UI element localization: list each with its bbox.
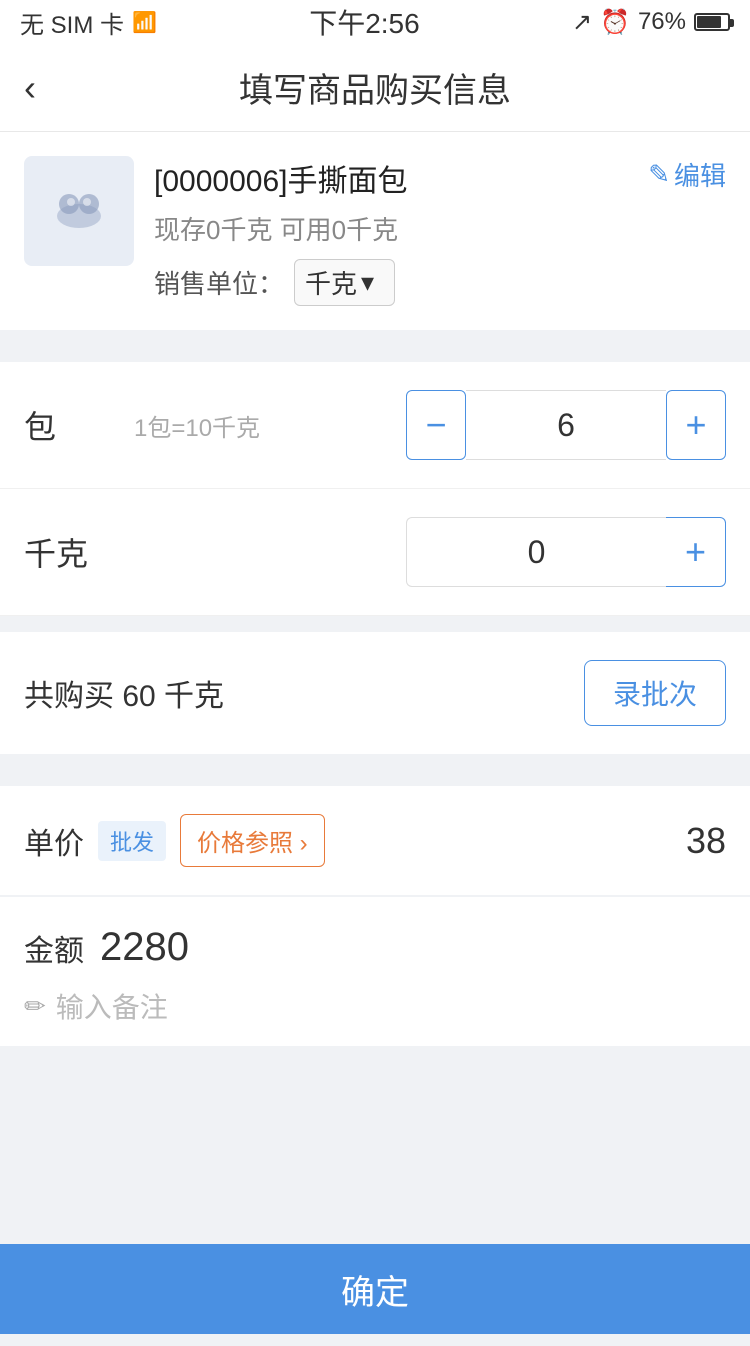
kg-qty-control: + — [406, 517, 726, 587]
price-label-group: 单价 批发 价格参照 › — [24, 814, 325, 867]
edit-icon: ✎ — [648, 159, 670, 190]
product-thumbnail — [24, 156, 134, 266]
product-name: [0000006]手撕面包 — [154, 156, 648, 200]
pack-label: 包 — [24, 402, 124, 448]
remark-row[interactable]: ✏ 输入备注 — [24, 986, 726, 1026]
status-bar: 无 SIM 卡 📶 下午2:56 ↗ ⏰ 76% — [0, 0, 750, 44]
pack-qty-control: − + — [406, 390, 726, 460]
kg-row: 千克 + — [0, 489, 750, 616]
price-value: 38 — [686, 820, 726, 862]
section-divider-3 — [0, 754, 750, 770]
back-button[interactable]: ‹ — [24, 70, 36, 106]
unit-value: 千克 — [305, 264, 357, 301]
input-section: 包 1包=10千克 − + 千克 + — [0, 362, 750, 616]
unit-label: 销售单位： — [154, 264, 284, 301]
pack-plus-button[interactable]: + — [666, 390, 726, 460]
product-card: [0000006]手撕面包 ✎ 编辑 现存0千克 可用0千克 销售单位： 千克 … — [0, 132, 750, 330]
record-batch-button[interactable]: 录批次 — [584, 660, 726, 726]
pack-qty-input[interactable] — [466, 390, 666, 460]
unit-select[interactable]: 千克 ▾ — [294, 259, 395, 306]
price-ref-button[interactable]: 价格参照 › — [180, 814, 325, 867]
pack-minus-button[interactable]: − — [406, 390, 466, 460]
product-name-row: [0000006]手撕面包 ✎ 编辑 — [154, 156, 726, 200]
page-title: 填写商品购买信息 — [239, 63, 511, 112]
kg-qty-input[interactable] — [406, 517, 666, 587]
confirm-label: 确定 — [341, 1265, 409, 1314]
section-divider-1 — [0, 346, 750, 362]
pencil-icon: ✏ — [24, 991, 46, 1022]
chevron-down-icon: ▾ — [361, 267, 374, 298]
confirm-button[interactable]: 确定 — [0, 1244, 750, 1334]
location-icon: ↗ — [572, 8, 592, 37]
edit-label: 编辑 — [674, 156, 726, 193]
content: [0000006]手撕面包 ✎ 编辑 现存0千克 可用0千克 销售单位： 千克 … — [0, 132, 750, 1346]
kg-label: 千克 — [24, 529, 124, 575]
sim-label: 无 SIM 卡 — [20, 5, 124, 40]
price-tag: 批发 — [98, 821, 166, 861]
nav-bar: ‹ 填写商品购买信息 — [0, 44, 750, 132]
pack-hint: 1包=10千克 — [134, 408, 406, 443]
product-info: [0000006]手撕面包 ✎ 编辑 现存0千克 可用0千克 销售单位： 千克 … — [154, 156, 726, 306]
battery-bar — [694, 13, 730, 31]
product-stock: 现存0千克 可用0千克 — [154, 210, 726, 247]
amount-section: 金额 2280 ✏ 输入备注 — [0, 897, 750, 1046]
pack-row: 包 1包=10千克 − + — [0, 362, 750, 489]
status-time: 下午2:56 — [309, 2, 420, 42]
total-text: 共购买 60 千克 — [24, 671, 224, 715]
alarm-icon: ⏰ — [600, 8, 630, 37]
kg-plus-button[interactable]: + — [666, 517, 726, 587]
section-divider-2 — [0, 616, 750, 632]
price-section: 单价 批发 价格参照 › 38 — [0, 786, 750, 895]
status-right: ↗ ⏰ 76% — [572, 8, 730, 37]
price-label: 单价 — [24, 819, 84, 863]
battery-label: 76% — [638, 8, 686, 36]
status-left: 无 SIM 卡 📶 — [20, 5, 157, 40]
total-row: 共购买 60 千克 录批次 — [0, 632, 750, 754]
amount-label: 金额 — [24, 926, 84, 970]
amount-value: 2280 — [100, 925, 189, 970]
edit-button[interactable]: ✎ 编辑 — [648, 156, 726, 193]
remark-placeholder: 输入备注 — [56, 986, 168, 1026]
amount-row: 金额 2280 — [24, 925, 726, 970]
wifi-icon: 📶 — [132, 10, 157, 35]
product-unit-row: 销售单位： 千克 ▾ — [154, 259, 726, 306]
